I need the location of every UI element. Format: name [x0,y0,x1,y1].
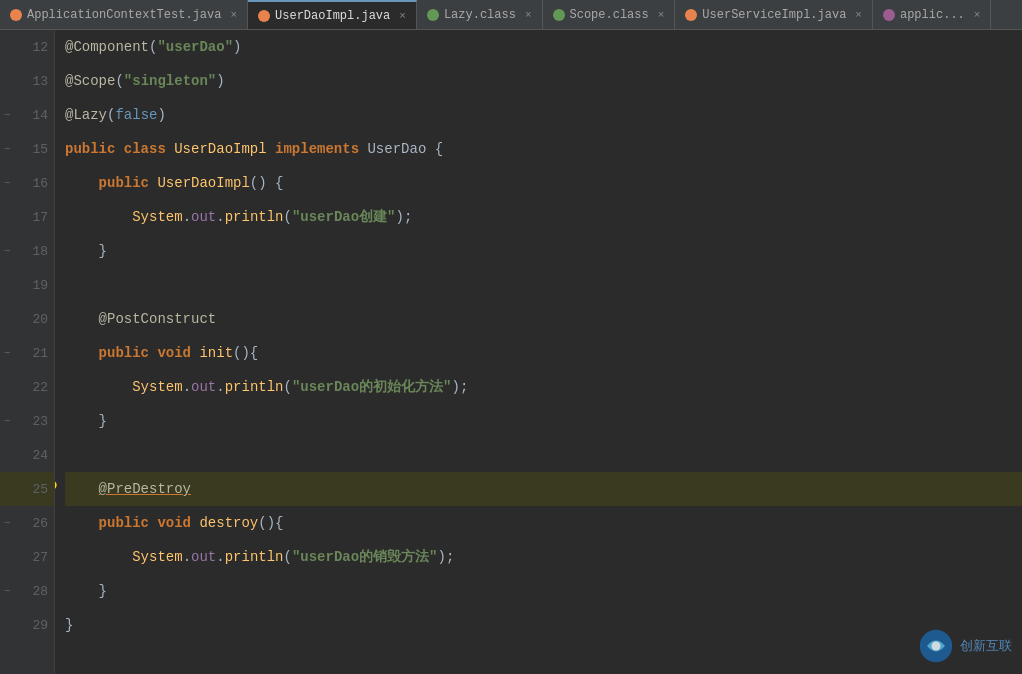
code-line-16: public UserDaoImpl() { [65,166,1022,200]
gutter-row-22: 22 [0,370,54,404]
code-line-22: System.out.println("userDao的初始化方法"); [65,370,1022,404]
editor: 12 13 −14 −15 −16 17 −18 19 20 −21 22 −2… [0,30,1022,674]
line-gutter: 12 13 −14 −15 −16 17 −18 19 20 −21 22 −2… [0,30,55,674]
code-area[interactable]: @Component("userDao") @Scope("singleton"… [55,30,1022,674]
fold-icon-16[interactable]: − [4,177,11,189]
code-line-28: } [65,574,1022,608]
tab-label-applic: applic... [900,8,965,22]
java-icon-app [10,9,22,21]
tab-app-context-test[interactable]: ApplicationContextTest.java × [0,0,248,29]
class-icon-lazy [427,9,439,21]
tab-bar: ApplicationContextTest.java × UserDaoImp… [0,0,1022,30]
fold-icon-21[interactable]: − [4,347,11,359]
tab-close-service[interactable]: × [855,9,862,21]
gutter-row-19: 19 [0,268,54,302]
gutter-row-20: 20 [0,302,54,336]
tab-label-service: UserServiceImpl.java [702,8,846,22]
gutter-row-23: −23 [0,404,54,438]
java-icon-dao [258,10,270,22]
gutter-row-26: −26 [0,506,54,540]
fold-icon-26[interactable]: − [4,517,11,529]
code-line-21: public void init(){ [65,336,1022,370]
tab-label-scope: Scope.class [570,8,649,22]
gutter-row-25: 25 [0,472,54,506]
gutter-row-17: 17 [0,200,54,234]
tab-scope-class[interactable]: Scope.class × [543,0,676,29]
gutter-row-16: −16 [0,166,54,200]
tab-label-app: ApplicationContextTest.java [27,8,221,22]
code-line-24 [65,438,1022,472]
tab-user-service-impl[interactable]: UserServiceImpl.java × [675,0,873,29]
code-line-26: public void destroy(){ [65,506,1022,540]
code-line-29: } [65,608,1022,642]
code-line-27: System.out.println("userDao的销毁方法"); [65,540,1022,574]
tab-close-scope[interactable]: × [658,9,665,21]
tab-label-lazy: Lazy.class [444,8,516,22]
java-icon-service [685,9,697,21]
svg-point-1 [932,642,941,651]
gutter-row-29: 29 [0,608,54,642]
tab-close-applic[interactable]: × [974,9,981,21]
gutter-row-12: 12 [0,30,54,64]
code-line-15: public class UserDaoImpl implements User… [65,132,1022,166]
lightbulb-icon: 💡 [55,472,60,506]
gutter-row-18: −18 [0,234,54,268]
tab-lazy-class[interactable]: Lazy.class × [417,0,543,29]
gutter-row-24: 24 [0,438,54,472]
gutter-row-14: −14 [0,98,54,132]
fold-icon-23[interactable]: − [4,415,11,427]
gutter-row-27: 27 [0,540,54,574]
code-line-14: @Lazy(false) [65,98,1022,132]
gutter-row-15: −15 [0,132,54,166]
fold-icon-28[interactable]: − [4,585,11,597]
code-line-25: 💡 @PreDestroy [65,472,1022,506]
watermark: 创新互联 [918,628,1012,664]
tab-close-dao[interactable]: × [399,10,406,22]
code-line-12: @Component("userDao") [65,30,1022,64]
code-line-23: } [65,404,1022,438]
gutter-row-28: −28 [0,574,54,608]
app-icon-applic [883,9,895,21]
fold-icon-18[interactable]: − [4,245,11,257]
class-icon-scope [553,9,565,21]
code-line-18: } [65,234,1022,268]
fold-icon-14[interactable]: − [4,109,11,121]
gutter-row-13: 13 [0,64,54,98]
tab-close-lazy[interactable]: × [525,9,532,21]
watermark-label: 创新互联 [960,637,1012,655]
watermark-logo-icon [918,628,954,664]
tab-close-app[interactable]: × [230,9,237,21]
code-line-17: System.out.println("userDao创建"); [65,200,1022,234]
code-line-20: @PostConstruct [65,302,1022,336]
tab-user-dao-impl[interactable]: UserDaoImpl.java × [248,0,417,29]
code-line-13: @Scope("singleton") [65,64,1022,98]
tab-applic[interactable]: applic... × [873,0,991,29]
tab-label-dao: UserDaoImpl.java [275,9,390,23]
code-line-19 [65,268,1022,302]
fold-icon-15[interactable]: − [4,143,11,155]
gutter-row-21: −21 [0,336,54,370]
